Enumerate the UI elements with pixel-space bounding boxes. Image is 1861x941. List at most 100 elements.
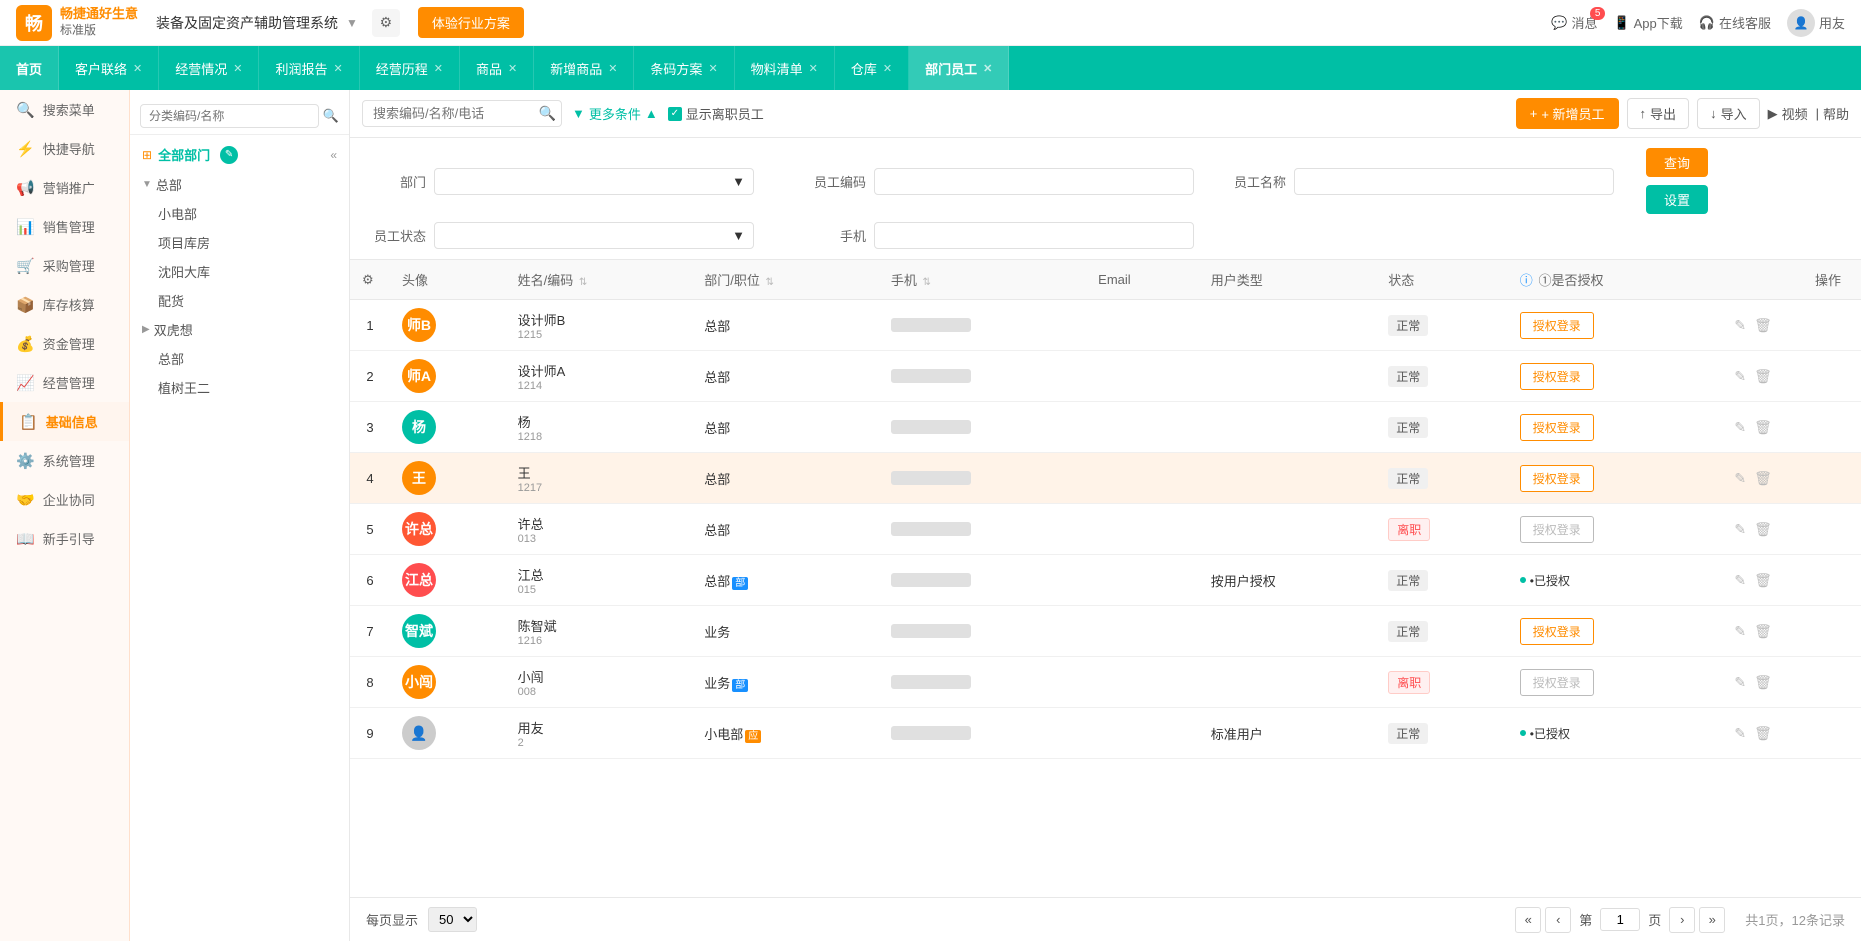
sidebar-item-management[interactable]: 📈 经营管理 xyxy=(0,363,129,402)
show-resigned-toggle[interactable]: ✓ 显示离职员工 xyxy=(668,104,764,123)
delete-button[interactable]: 🗑 xyxy=(1754,725,1772,742)
tab-history[interactable]: 经营历程 ✕ xyxy=(360,46,460,90)
delete-button[interactable]: 🗑 xyxy=(1754,623,1772,640)
col-name-code[interactable]: 姓名/编码 ⇅ xyxy=(506,260,693,300)
tab-customer[interactable]: 客户联络 ✕ xyxy=(59,46,159,90)
auth-login-button[interactable]: 授权登录 xyxy=(1520,516,1594,543)
tab-operation-close[interactable]: ✕ xyxy=(233,62,242,75)
dept-edit-btn[interactable]: ✎ xyxy=(220,146,238,164)
sidebar-item-finance[interactable]: 💰 资金管理 xyxy=(0,324,129,363)
filter-empcode-input[interactable] xyxy=(874,168,1194,195)
app-download-button[interactable]: 📱 App下载 xyxy=(1613,13,1682,32)
edit-button[interactable]: ✎ xyxy=(1734,725,1746,742)
col-dept[interactable]: 部门/职位 ⇅ xyxy=(692,260,879,300)
search-submit-icon[interactable]: 🔍 xyxy=(539,105,556,122)
edit-button[interactable]: ✎ xyxy=(1734,674,1746,691)
message-button[interactable]: 💬 消息 5 xyxy=(1551,13,1597,32)
delete-button[interactable]: 🗑 xyxy=(1754,317,1772,334)
tab-operation[interactable]: 经营情况 ✕ xyxy=(159,46,259,90)
next-page-btn[interactable]: › xyxy=(1669,907,1695,933)
auth-login-button[interactable]: 授权登录 xyxy=(1520,618,1594,645)
tab-history-close[interactable]: ✕ xyxy=(434,62,443,75)
dept-collapse-btn[interactable]: « xyxy=(330,148,337,162)
dept-search-input[interactable] xyxy=(140,104,319,128)
tab-barcode-close[interactable]: ✕ xyxy=(708,62,717,75)
resigned-checkbox[interactable]: ✓ xyxy=(668,107,682,121)
auth-login-button[interactable]: 授权登录 xyxy=(1520,363,1594,390)
export-button[interactable]: ↑ 导出 xyxy=(1627,98,1690,129)
tab-warehouse[interactable]: 仓库 ✕ xyxy=(835,46,909,90)
sidebar-item-search[interactable]: 🔍 搜索菜单 xyxy=(0,90,129,129)
tab-new-goods[interactable]: 新增商品 ✕ xyxy=(534,46,634,90)
tab-profit-close[interactable]: ✕ xyxy=(334,62,343,75)
dept-tree-item-xiaodian[interactable]: 小电部 xyxy=(130,199,349,228)
dept-tree-item-shuanghu[interactable]: ▶ 双虎想 xyxy=(130,315,349,344)
online-service-button[interactable]: 🎧 在线客服 xyxy=(1699,13,1771,32)
auth-login-button[interactable]: 授权登录 xyxy=(1520,312,1594,339)
tab-customer-close[interactable]: ✕ xyxy=(133,62,142,75)
sidebar-item-marketing[interactable]: 📢 营销推广 xyxy=(0,168,129,207)
sidebar-item-collab[interactable]: 🤝 企业协同 xyxy=(0,480,129,519)
edit-button[interactable]: ✎ xyxy=(1734,521,1746,538)
setting-button[interactable]: 设置 xyxy=(1646,185,1708,214)
sidebar-item-guide[interactable]: 📖 新手引导 xyxy=(0,519,129,558)
delete-button[interactable]: 🗑 xyxy=(1754,368,1772,385)
dept-tree-item-project[interactable]: 项目库房 xyxy=(130,228,349,257)
tab-employees-close[interactable]: ✕ xyxy=(983,62,992,75)
tab-goods-close[interactable]: ✕ xyxy=(508,62,517,75)
add-employee-button[interactable]: + + 新增员工 xyxy=(1516,98,1619,129)
delete-button[interactable]: 🗑 xyxy=(1754,674,1772,691)
edit-button[interactable]: ✎ xyxy=(1734,317,1746,334)
tab-profit[interactable]: 利润报告 ✕ xyxy=(259,46,359,90)
edit-button[interactable]: ✎ xyxy=(1734,368,1746,385)
auth-login-button[interactable]: 授权登录 xyxy=(1520,669,1594,696)
sidebar-item-inventory[interactable]: 📦 库存核算 xyxy=(0,285,129,324)
tab-goods[interactable]: 商品 ✕ xyxy=(460,46,534,90)
delete-button[interactable]: 🗑 xyxy=(1754,419,1772,436)
tab-home[interactable]: 首页 xyxy=(0,46,59,90)
delete-button[interactable]: 🗑 xyxy=(1754,521,1772,538)
edit-button[interactable]: ✎ xyxy=(1734,419,1746,436)
dept-tree-item-zhishu[interactable]: 植树王二 xyxy=(130,373,349,402)
sidebar-item-sales[interactable]: 📊 销售管理 xyxy=(0,207,129,246)
dept-tree-item-peihuo[interactable]: 配货 xyxy=(130,286,349,315)
edit-button[interactable]: ✎ xyxy=(1734,623,1746,640)
search-input[interactable] xyxy=(362,100,562,127)
trial-button[interactable]: 体验行业方案 xyxy=(418,7,524,38)
sidebar-item-basicinfo[interactable]: 📋 基础信息 xyxy=(0,402,129,441)
tab-warehouse-close[interactable]: ✕ xyxy=(883,62,892,75)
query-button[interactable]: 查询 xyxy=(1646,148,1708,177)
tab-employees[interactable]: 部门员工 ✕ xyxy=(909,46,1009,90)
auth-login-button[interactable]: 授权登录 xyxy=(1520,414,1594,441)
col-phone[interactable]: 手机 ⇅ xyxy=(879,260,1086,300)
delete-button[interactable]: 🗑 xyxy=(1754,572,1772,589)
more-filter-btn[interactable]: ▼ 更多条件 ▲ xyxy=(572,104,658,123)
all-dept-label[interactable]: 全部部门 xyxy=(158,145,210,164)
user-area[interactable]: 👤 用友 xyxy=(1787,9,1845,37)
tab-bom-close[interactable]: ✕ xyxy=(809,62,818,75)
filter-dept-select[interactable]: ▼ xyxy=(434,168,754,195)
filter-empname-input[interactable] xyxy=(1294,168,1614,195)
last-page-btn[interactable]: » xyxy=(1699,907,1725,933)
auth-login-button[interactable]: 授权登录 xyxy=(1520,465,1594,492)
edit-button[interactable]: ✎ xyxy=(1734,572,1746,589)
dept-tree-item-zongbu2[interactable]: 总部 xyxy=(130,344,349,373)
import-button[interactable]: ↓ 导入 xyxy=(1697,98,1760,129)
tab-bom[interactable]: 物料清单 ✕ xyxy=(735,46,835,90)
filter-phone-input[interactable] xyxy=(874,222,1194,249)
help-button[interactable]: | 帮助 xyxy=(1816,104,1849,123)
dept-tree-item-shenyang[interactable]: 沈阳大库 xyxy=(130,257,349,286)
filter-status-select[interactable]: ▼ xyxy=(434,222,754,249)
delete-button[interactable]: 🗑 xyxy=(1754,470,1772,487)
gear-button[interactable]: ⚙ xyxy=(372,9,400,37)
dept-search-icon[interactable]: 🔍 xyxy=(323,108,339,124)
col-settings[interactable]: ⚙ xyxy=(350,260,390,300)
prev-page-btn[interactable]: ‹ xyxy=(1545,907,1571,933)
view-button[interactable]: ▶ 视频 xyxy=(1768,104,1808,123)
page-size-select[interactable]: 50 xyxy=(428,907,477,932)
tab-barcode[interactable]: 条码方案 ✕ xyxy=(634,46,734,90)
page-number-input[interactable] xyxy=(1600,908,1640,931)
dept-tree-item-zongbu[interactable]: ▼ 总部 xyxy=(130,170,349,199)
first-page-btn[interactable]: « xyxy=(1515,907,1541,933)
edit-button[interactable]: ✎ xyxy=(1734,470,1746,487)
